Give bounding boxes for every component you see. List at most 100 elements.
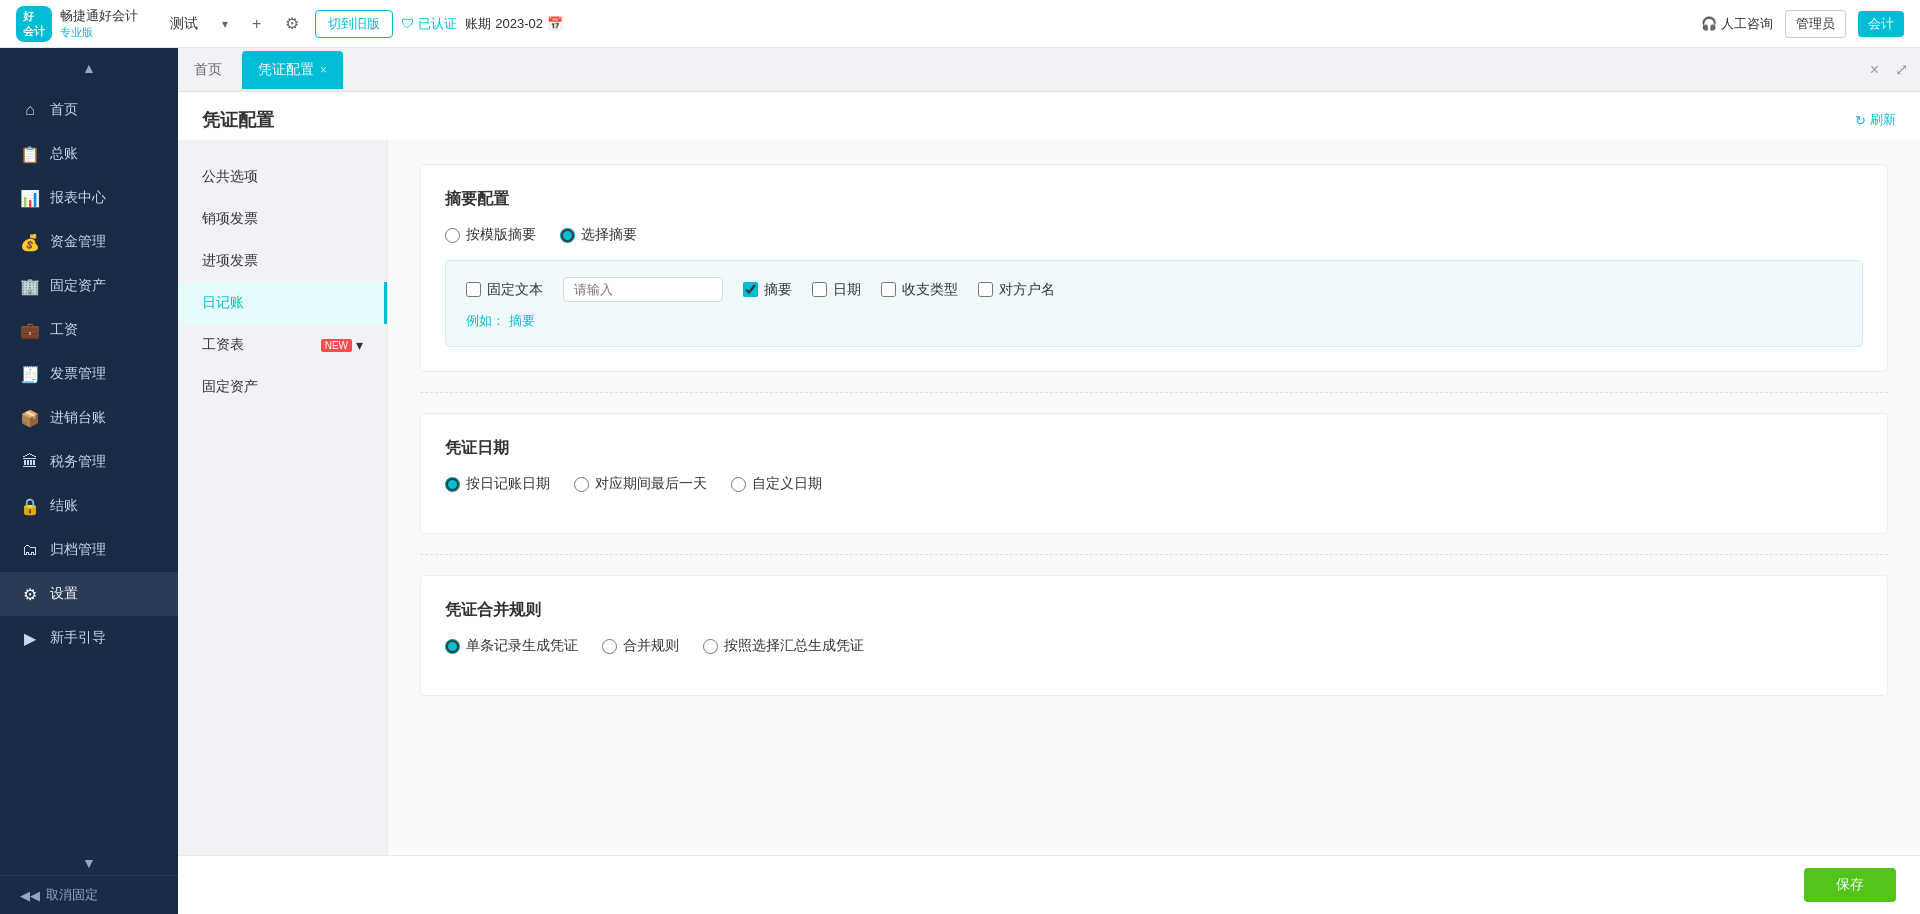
expand-tab-btn[interactable]: ⤢ [1891,56,1912,83]
checkbox-counterparty-input[interactable] [978,282,993,297]
sidebar-label-guide: 新手引导 [50,629,106,647]
merge-radio-single[interactable]: 单条记录生成凭证 [445,637,578,655]
scroll-up-btn[interactable]: ▲ [0,56,178,80]
role-btn[interactable]: 会计 [1858,11,1904,37]
sidebar-item-settings[interactable]: ⚙ 设置 [0,572,178,616]
calendar-icon[interactable]: 📅 [547,16,563,31]
switch-version-btn[interactable]: 切到旧版 [315,10,393,38]
pin-icon: ◀◀ [20,888,40,903]
checkbox-fixed-text-input[interactable] [466,282,481,297]
checkbox-date-input[interactable] [812,282,827,297]
sidebar-item-home[interactable]: ⌂ 首页 [0,88,178,132]
checkbox-payment-type[interactable]: 收支类型 [881,281,958,299]
refresh-btn[interactable]: ↻ 刷新 [1855,111,1896,129]
cancel-fixed-btn[interactable]: ◀◀ 取消固定 [20,886,158,904]
config-menu-fixed-asset[interactable]: 固定资产 [178,366,387,408]
period-info: 账期 2023-02 📅 [465,15,563,33]
save-button[interactable]: 保存 [1804,868,1896,902]
merge-section: 凭证合并规则 单条记录生成凭证 合并规则 [420,575,1888,696]
app-title: 畅捷通好会计 [60,7,138,25]
tab-voucher-config[interactable]: 凭证配置 × [242,51,343,89]
summary-radio-select[interactable]: 选择摘要 [560,226,637,244]
fixed-text-input[interactable] [563,277,723,302]
checkbox-counterparty[interactable]: 对方户名 [978,281,1055,299]
refresh-label: 刷新 [1870,111,1896,129]
date-radio-period-last-input[interactable] [574,477,589,492]
summary-radio-template-input[interactable] [445,228,460,243]
merge-radio-rule[interactable]: 合并规则 [602,637,679,655]
config-menu-payroll[interactable]: 工资表 NEW ▾ [178,324,387,366]
sidebar-top-spacer [0,48,178,56]
sidebar-label-home: 首页 [50,101,78,119]
dropdown-btn[interactable]: ▾ [214,13,236,35]
tab-home[interactable]: 首页 [178,51,238,89]
checkbox-payment-type-label: 收支类型 [902,281,958,299]
period-label: 账期 [465,15,491,33]
app-root: 好会计 畅捷通好会计 专业版 测试 ▾ + ⚙ 切到旧版 🛡 已认证 账期 20… [0,0,1920,914]
checkbox-counterparty-label: 对方户名 [999,281,1055,299]
close-tab-btn[interactable]: × [1866,57,1883,83]
merge-radio-selection-input[interactable] [703,639,718,654]
consult-btn[interactable]: 🎧 人工咨询 [1701,15,1773,33]
capital-icon: 💰 [20,232,40,252]
summary-radio-template[interactable]: 按模版摘要 [445,226,536,244]
settings-btn[interactable]: ⚙ [277,10,307,37]
consult-label: 人工咨询 [1721,15,1773,33]
summary-radio-select-input[interactable] [560,228,575,243]
checkbox-summary-input[interactable] [743,282,758,297]
user-btn[interactable]: 管理员 [1785,10,1846,38]
merge-radio-single-input[interactable] [445,639,460,654]
sidebar-label-invoice: 发票管理 [50,365,106,383]
merge-radio-selection[interactable]: 按照选择汇总生成凭证 [703,637,864,655]
checkbox-summary[interactable]: 摘要 [743,281,792,299]
date-radio-custom-input[interactable] [731,477,746,492]
add-btn[interactable]: + [244,11,269,37]
period-value: 2023-02 [495,16,543,31]
sidebar-item-close[interactable]: 🔒 结账 [0,484,178,528]
config-menu-sales[interactable]: 销项发票 [178,198,387,240]
date-radio-custom[interactable]: 自定义日期 [731,475,822,493]
scroll-down-btn[interactable]: ▼ [0,851,178,875]
checkbox-payment-type-input[interactable] [881,282,896,297]
sidebar-item-report[interactable]: 📊 报表中心 [0,176,178,220]
config-menu-journal[interactable]: 日记账 [178,282,387,324]
divider-1 [420,392,1888,393]
sidebar-item-salary[interactable]: 💼 工资 [0,308,178,352]
invoice-icon: 🧾 [20,364,40,384]
merge-radio-group: 单条记录生成凭证 合并规则 按照选择汇总生成凭证 [445,637,1863,655]
merge-radio-selection-label: 按照选择汇总生成凭证 [724,637,864,655]
sidebar-item-guide[interactable]: ▶ 新手引导 [0,616,178,660]
example-value: 摘要 [509,313,535,328]
sidebar-item-tax[interactable]: 🏛 税务管理 [0,440,178,484]
save-bar: 保存 [178,855,1920,914]
merge-radio-rule-input[interactable] [602,639,617,654]
tab-close-btn[interactable]: × [320,63,327,77]
summary-checkboxes-row: 固定文本 摘要 日期 [466,277,1842,302]
tab-bar: 首页 凭证配置 × × ⤢ [178,48,1920,92]
sidebar-item-asset[interactable]: 🏢 固定资产 [0,264,178,308]
payroll-extras: NEW ▾ [317,337,363,353]
summary-radio-select-label: 选择摘要 [581,226,637,244]
date-radio-period-last[interactable]: 对应期间最后一天 [574,475,707,493]
merge-radio-single-label: 单条记录生成凭证 [466,637,578,655]
date-radio-journal-input[interactable] [445,477,460,492]
sidebar-item-ledger[interactable]: 📋 总账 [0,132,178,176]
date-section: 凭证日期 按日记账日期 对应期间最后一天 [420,413,1888,534]
config-menu-purchase[interactable]: 进项发票 [178,240,387,282]
checkbox-date[interactable]: 日期 [812,281,861,299]
sidebar-item-purchase[interactable]: 📦 进销台账 [0,396,178,440]
checkbox-fixed-text[interactable]: 固定文本 [466,281,543,299]
sidebar-item-capital[interactable]: 💰 资金管理 [0,220,178,264]
date-radio-journal[interactable]: 按日记账日期 [445,475,550,493]
page-header: 凭证配置 ↻ 刷新 [178,92,1920,140]
config-main: 摘要配置 按模版摘要 选择摘要 [388,140,1920,855]
config-menu-public[interactable]: 公共选项 [178,156,387,198]
sidebar-item-archive[interactable]: 🗂 归档管理 [0,528,178,572]
tax-icon: 🏛 [20,452,40,472]
ledger-icon: 📋 [20,144,40,164]
report-icon: 📊 [20,188,40,208]
new-badge: NEW [321,339,352,352]
divider-2 [420,554,1888,555]
date-title: 凭证日期 [445,438,1863,459]
sidebar-item-invoice[interactable]: 🧾 发票管理 [0,352,178,396]
